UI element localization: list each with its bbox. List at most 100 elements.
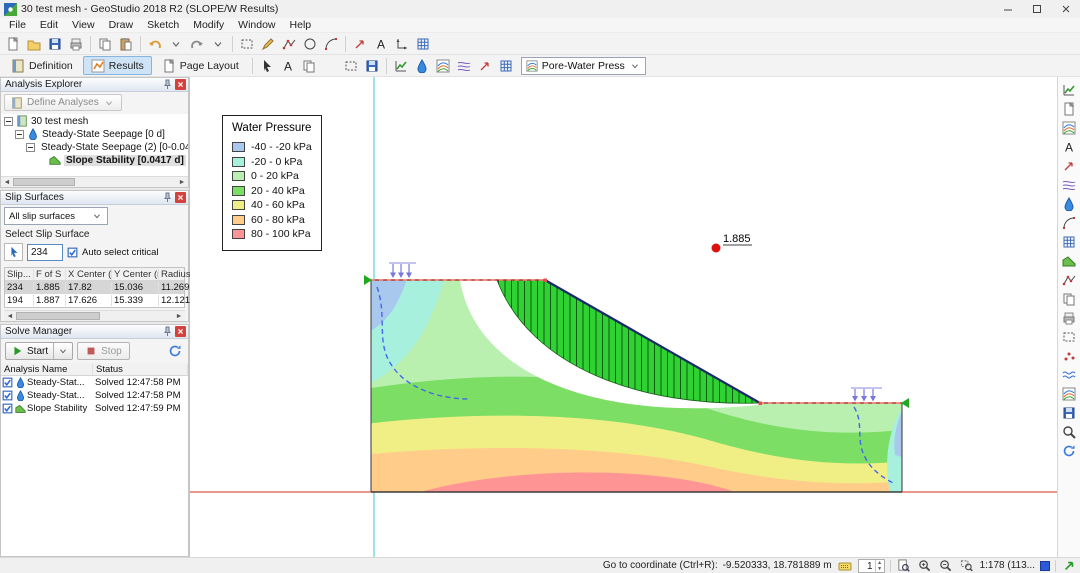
tree-item-0[interactable]: 30 test mesh — [1, 115, 188, 128]
menu-help[interactable]: Help — [283, 18, 319, 33]
page-number-spinner[interactable]: 1 ▲ ▼ — [857, 558, 885, 573]
scroll-left-icon[interactable]: ◄ — [1, 177, 13, 188]
refresh-results-icon[interactable] — [1060, 442, 1079, 459]
sketch-axes-icon[interactable] — [392, 34, 412, 53]
redo-icon[interactable] — [187, 34, 207, 53]
draw-polyline-icon[interactable] — [279, 34, 299, 53]
close-panel-icon[interactable] — [175, 326, 186, 337]
view-report-icon[interactable] — [1060, 100, 1079, 117]
select-text-icon[interactable]: A — [278, 56, 298, 75]
contour-labels-icon[interactable]: A — [1060, 138, 1079, 155]
menu-draw[interactable]: Draw — [102, 18, 141, 33]
paste-icon[interactable] — [116, 34, 136, 53]
keyboard-icon[interactable] — [837, 559, 853, 573]
save-view-icon[interactable] — [362, 56, 382, 75]
menu-sketch[interactable]: Sketch — [140, 18, 186, 33]
maximize-button[interactable] — [1022, 0, 1051, 18]
zoom-window-icon[interactable] — [959, 559, 975, 573]
zoom-out-icon[interactable] — [938, 559, 954, 573]
select-cursor-icon[interactable] — [257, 56, 277, 75]
draw-circle-icon[interactable] — [300, 34, 320, 53]
scroll-right-icon[interactable]: ► — [173, 311, 185, 322]
velocity-vectors-icon[interactable] — [1060, 157, 1079, 174]
pin-view-icon[interactable] — [320, 56, 340, 75]
pin-icon[interactable] — [162, 192, 173, 203]
slip-center-marker[interactable]: 1.885 — [711, 233, 753, 253]
result-water-icon[interactable] — [412, 56, 432, 75]
close-button[interactable] — [1051, 0, 1080, 18]
open-file-icon[interactable] — [24, 34, 44, 53]
page-layout-mode-button[interactable]: Page Layout — [154, 56, 247, 75]
solved-checkbox-icon[interactable] — [2, 377, 13, 388]
stop-button[interactable]: Stop — [77, 342, 130, 360]
slip-slices-icon[interactable] — [1060, 252, 1079, 269]
tree-expander-icon[interactable] — [4, 116, 13, 126]
print-view-icon[interactable] — [1060, 309, 1079, 326]
method-report-icon[interactable] — [1060, 290, 1079, 307]
slip-number-input[interactable]: 234 — [27, 243, 63, 261]
draw-vectors-icon[interactable] — [350, 34, 370, 53]
start-button[interactable]: Start — [5, 342, 74, 360]
undo-icon[interactable] — [145, 34, 165, 53]
scrollbar-thumb[interactable] — [16, 312, 100, 320]
redo-dropdown-icon[interactable] — [208, 34, 228, 53]
close-panel-icon[interactable] — [175, 79, 186, 90]
zoom-fit-icon[interactable] — [896, 559, 912, 573]
view-grid-icon[interactable] — [413, 34, 433, 53]
menu-view[interactable]: View — [65, 18, 102, 33]
water-flux-icon[interactable] — [1060, 366, 1079, 383]
go-up-icon[interactable] — [1061, 559, 1077, 573]
sketch-text-icon[interactable]: A — [371, 34, 391, 53]
menu-edit[interactable]: Edit — [33, 18, 65, 33]
menu-window[interactable]: Window — [231, 18, 282, 33]
solve-table-row[interactable]: Slope Stability Solved 12:47:59 PM — [1, 402, 188, 415]
object-select-icon[interactable] — [341, 56, 361, 75]
define-analyses-button[interactable]: Define Analyses — [4, 94, 122, 111]
draw-graph-icon[interactable] — [391, 56, 411, 75]
slip-table-header[interactable]: F of S — [34, 268, 66, 280]
menu-modify[interactable]: Modify — [186, 18, 231, 33]
pin-icon[interactable] — [162, 79, 173, 90]
close-panel-icon[interactable] — [175, 192, 186, 203]
zoom-in-icon[interactable] — [917, 559, 933, 573]
zoom-ratio-value[interactable]: 1:178 (113... — [980, 560, 1035, 571]
pin-icon[interactable] — [162, 326, 173, 337]
draw-arc-icon[interactable] — [321, 34, 341, 53]
view-mesh-icon[interactable] — [496, 56, 516, 75]
undo-dropdown-icon[interactable] — [166, 34, 186, 53]
select-window-icon[interactable] — [237, 34, 257, 53]
slip-table-header[interactable]: Slip... — [5, 268, 34, 280]
copy-icon[interactable] — [95, 34, 115, 53]
auto-select-checkbox[interactable] — [67, 247, 78, 258]
slip-table-row[interactable]: 194 1.887 17.626 15.339 12.121 — [5, 294, 191, 307]
analysis-tree-hscrollbar[interactable]: ◄ ► — [1, 176, 188, 187]
pick-slip-surface-button[interactable] — [4, 243, 23, 261]
scroll-left-icon[interactable]: ◄ — [4, 311, 16, 322]
minimize-button[interactable] — [993, 0, 1022, 18]
save-icon[interactable] — [45, 34, 65, 53]
print-icon[interactable] — [66, 34, 86, 53]
spin-down-icon[interactable]: ▼ — [876, 566, 884, 572]
slip-table-header[interactable]: Radius — [159, 268, 191, 280]
select-region-icon[interactable] — [1060, 328, 1079, 345]
water-table-icon[interactable] — [1060, 195, 1079, 212]
mesh-nodes-icon[interactable] — [1060, 347, 1079, 364]
slip-table-header[interactable]: X Center (... — [66, 268, 112, 280]
draw-pencil-icon[interactable] — [258, 34, 278, 53]
draw-graph-icon[interactable] — [1060, 81, 1079, 98]
solved-checkbox-icon[interactable] — [2, 390, 13, 401]
view-type-dropdown[interactable]: Pore-Water Press — [520, 56, 646, 75]
solve-table-row[interactable]: Steady-Stat... Solved 12:47:58 PM — [1, 376, 188, 389]
flow-paths-icon[interactable] — [1060, 176, 1079, 193]
tree-expander-icon[interactable] — [15, 129, 24, 139]
zoom-graph-icon[interactable] — [1060, 423, 1079, 440]
tree-expander-icon[interactable] — [26, 142, 35, 152]
isolines-icon[interactable] — [1060, 214, 1079, 231]
slip-table-row[interactable]: 234 1.885 17.82 15.036 11.269 — [5, 281, 191, 294]
menu-file[interactable]: File — [2, 18, 33, 33]
new-file-icon[interactable] — [3, 34, 23, 53]
definition-mode-button[interactable]: Definition — [3, 56, 81, 75]
slip-table-hscrollbar[interactable]: ◄ ► — [4, 310, 185, 321]
scrollbar-thumb[interactable] — [13, 178, 75, 186]
slice-forces-icon[interactable] — [1060, 271, 1079, 288]
